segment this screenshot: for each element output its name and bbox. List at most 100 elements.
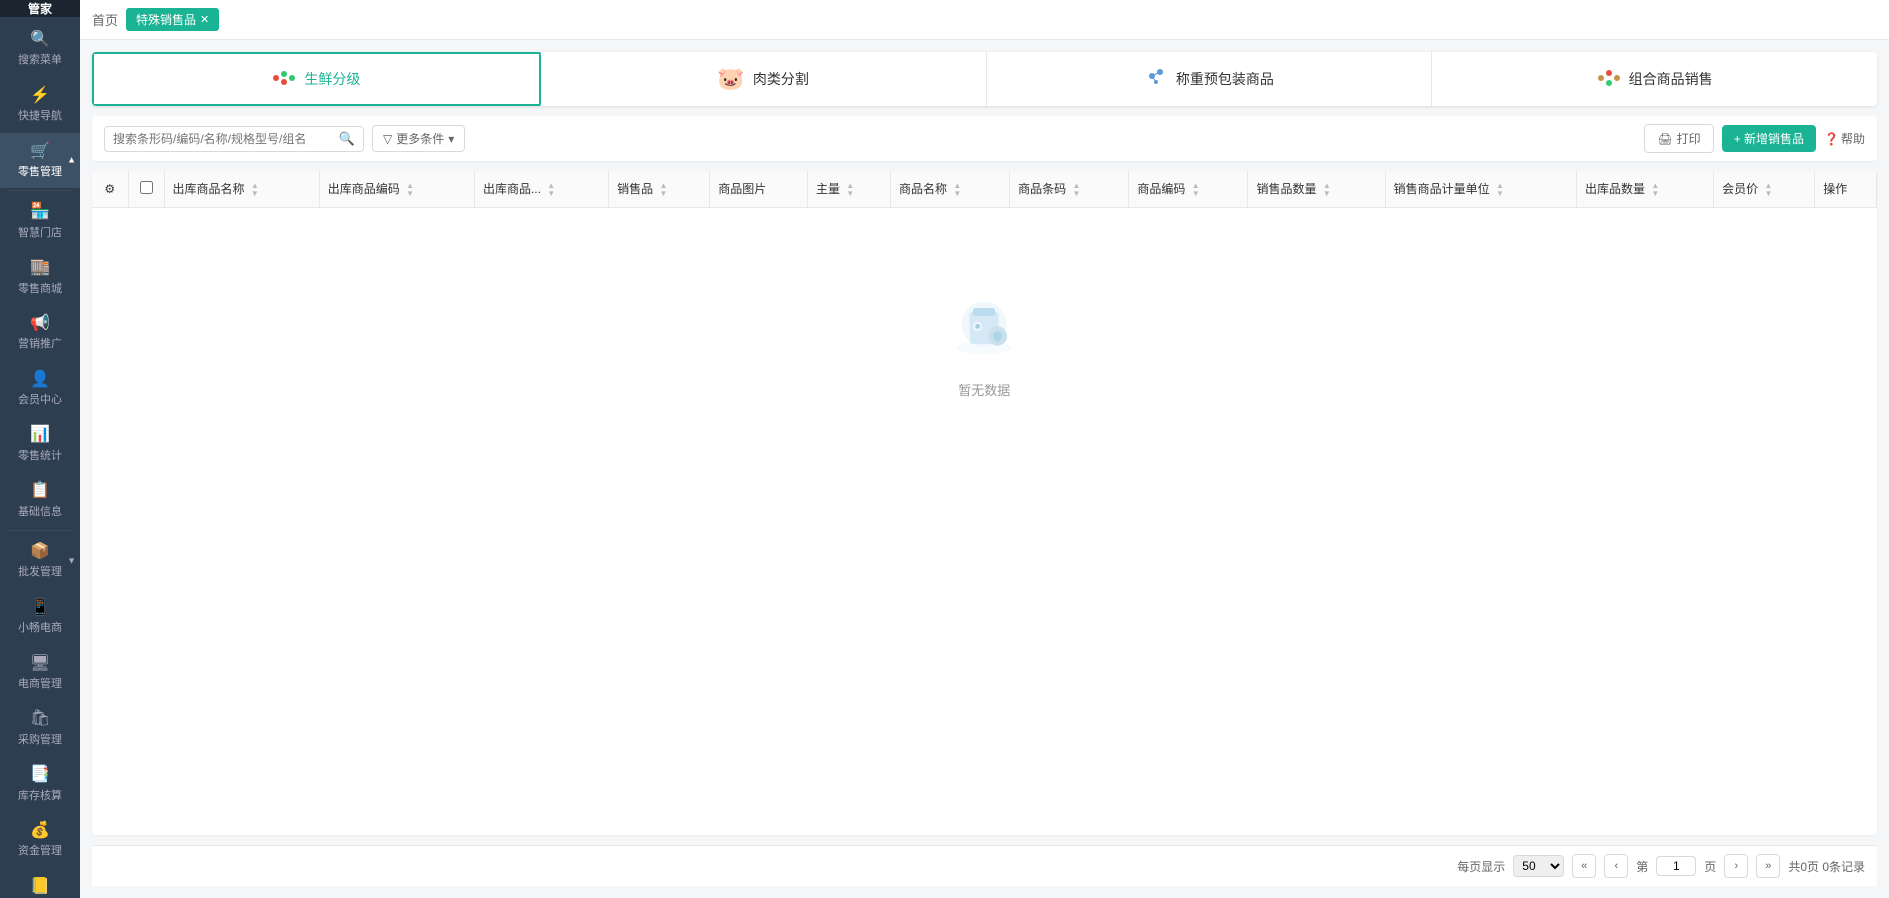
fresh-tab-icon bbox=[272, 69, 296, 90]
sidebar-item-ecommerce[interactable]: 🖥 电商管理 bbox=[0, 645, 80, 701]
pagination: 每页显示 50 10 20 100 « ‹ 第 页 › » 共0页 0条记录 bbox=[92, 845, 1877, 886]
help-icon: ❓ bbox=[1824, 132, 1839, 146]
sort-barcode[interactable]: ▲▼ bbox=[1073, 182, 1081, 198]
empty-text: 暂无数据 bbox=[958, 380, 1010, 399]
breadcrumb-home[interactable]: 首页 bbox=[92, 10, 118, 29]
sort-out-spec[interactable]: ▲▼ bbox=[547, 182, 555, 198]
sidebar-item-quicknav[interactable]: ⚡ 快捷导航 bbox=[0, 77, 80, 133]
sort-item-name[interactable]: ▲▼ bbox=[953, 182, 961, 198]
cat-tab-meat[interactable]: 🐷 肉类分割 bbox=[541, 52, 987, 106]
sort-out-qty[interactable]: ▲▼ bbox=[1651, 182, 1659, 198]
table-wrapper[interactable]: ⚙ 出库商品名称 ▲▼ 出库商品编码 ▲▼ bbox=[92, 171, 1877, 835]
th-member-price[interactable]: 会员价 ▲▼ bbox=[1714, 171, 1815, 207]
active-tab-label: 特殊销售品 bbox=[136, 11, 196, 28]
sort-out-name[interactable]: ▲▼ bbox=[251, 182, 259, 198]
page-label: 第 bbox=[1636, 858, 1648, 875]
first-page-button[interactable]: « bbox=[1572, 854, 1596, 878]
tab-close-icon[interactable]: ✕ bbox=[200, 13, 209, 26]
sort-member-price[interactable]: ▲▼ bbox=[1765, 182, 1773, 198]
sidebar-item-ecommerce-label: 电商管理 bbox=[18, 677, 62, 692]
purchase-icon: 🛍 bbox=[30, 708, 50, 730]
th-out-qty[interactable]: 出库品数量 ▲▼ bbox=[1576, 171, 1713, 207]
sort-out-code[interactable]: ▲▼ bbox=[406, 182, 414, 198]
th-barcode-label: 商品条码 bbox=[1018, 182, 1066, 196]
th-out-name[interactable]: 出库商品名称 ▲▼ bbox=[164, 171, 319, 207]
th-out-spec[interactable]: 出库商品... ▲▼ bbox=[474, 171, 608, 207]
th-checkbox[interactable] bbox=[128, 171, 164, 207]
th-sale-unit[interactable]: 销售商品计量单位 ▲▼ bbox=[1385, 171, 1576, 207]
sidebar-item-smartstore[interactable]: 🏪 智慧门店 bbox=[0, 193, 80, 249]
th-sale-item-label: 销售品 bbox=[617, 182, 653, 196]
th-item-code[interactable]: 商品编码 ▲▼ bbox=[1129, 171, 1248, 207]
setting-icon[interactable]: ⚙ bbox=[104, 182, 115, 196]
sidebar-item-ledger[interactable]: 📒 总账管理 bbox=[0, 868, 80, 898]
sidebar-item-sales[interactable]: 📢 营销推广 bbox=[0, 305, 80, 361]
th-action-label: 操作 bbox=[1823, 182, 1847, 196]
active-tab[interactable]: 特殊销售品 ✕ bbox=[126, 8, 219, 31]
sort-main[interactable]: ▲▼ bbox=[846, 182, 854, 198]
help-button[interactable]: ❓ 帮助 bbox=[1824, 130, 1865, 147]
th-barcode[interactable]: 商品条码 ▲▼ bbox=[1010, 171, 1129, 207]
sidebar-item-inventory[interactable]: 📑 库存核算 bbox=[0, 756, 80, 812]
th-image-label: 商品图片 bbox=[718, 182, 766, 196]
new-label: + 新增销售品 bbox=[1734, 130, 1804, 147]
cat-tab-fresh[interactable]: 生鲜分级 bbox=[92, 52, 541, 106]
help-label: 帮助 bbox=[1841, 130, 1865, 147]
th-sale-qty[interactable]: 销售品数量 ▲▼ bbox=[1248, 171, 1385, 207]
weight-tab-label: 称重预包装商品 bbox=[1176, 69, 1274, 89]
new-button[interactable]: + 新增销售品 bbox=[1722, 125, 1816, 152]
sort-item-code[interactable]: ▲▼ bbox=[1192, 182, 1200, 198]
sidebar-item-retail-label: 零售管理 bbox=[18, 165, 62, 180]
sidebar-item-wholesale-label: 批发管理 bbox=[18, 565, 62, 580]
th-sale-item[interactable]: 销售品 ▲▼ bbox=[609, 171, 710, 207]
sidebar-item-retailstat-label: 零售统计 bbox=[18, 449, 62, 464]
prev-page-button[interactable]: ‹ bbox=[1604, 854, 1628, 878]
sidebar-item-retailstat[interactable]: 📊 零售统计 bbox=[0, 416, 80, 472]
sidebar-item-baseinfo[interactable]: 📋 基础信息 bbox=[0, 472, 80, 528]
th-setting[interactable]: ⚙ bbox=[92, 171, 128, 207]
last-page-button[interactable]: » bbox=[1756, 854, 1780, 878]
sidebar-logo: 管家 bbox=[0, 0, 80, 17]
sidebar-item-search-label: 搜索菜单 bbox=[18, 53, 62, 68]
sidebar-item-wholesale[interactable]: 📦 批发管理 ▼ bbox=[0, 533, 80, 589]
sidebar-item-search[interactable]: 🔍 搜索菜单 bbox=[0, 21, 80, 77]
wholesale-icon: 📦 bbox=[30, 541, 50, 563]
cat-tab-weight[interactable]: 称重预包装商品 bbox=[987, 52, 1433, 106]
sidebar-item-finance[interactable]: 💰 资金管理 bbox=[0, 812, 80, 868]
sort-sale-unit[interactable]: ▲▼ bbox=[1496, 182, 1504, 198]
th-out-code[interactable]: 出库商品编码 ▲▼ bbox=[319, 171, 474, 207]
retailmall-icon: 🏬 bbox=[30, 257, 50, 279]
page-number-input[interactable] bbox=[1656, 856, 1696, 876]
next-page-button[interactable]: › bbox=[1724, 854, 1748, 878]
sort-sale-qty[interactable]: ▲▼ bbox=[1323, 182, 1331, 198]
sidebar-item-miniapp[interactable]: 📱 小畅电商 bbox=[0, 589, 80, 645]
wholesale-expand-icon: ▼ bbox=[67, 555, 76, 568]
cat-tab-combo[interactable]: 组合商品销售 bbox=[1432, 52, 1877, 106]
search-icon[interactable]: 🔍 bbox=[339, 131, 355, 147]
search-box[interactable]: 🔍 bbox=[104, 126, 364, 152]
filter-button[interactable]: ▽ 更多条件 ▾ bbox=[372, 125, 465, 152]
th-main[interactable]: 主量 ▲▼ bbox=[807, 171, 890, 207]
th-item-code-label: 商品编码 bbox=[1137, 182, 1185, 196]
smartstore-icon: 🏪 bbox=[30, 201, 50, 223]
sidebar-item-retailmall[interactable]: 🏬 零售商城 bbox=[0, 249, 80, 305]
combo-tab-icon bbox=[1597, 68, 1621, 91]
divider-2 bbox=[8, 530, 72, 531]
search-input[interactable] bbox=[113, 132, 335, 146]
table-body: 暂无数据 bbox=[92, 207, 1877, 479]
sort-sale-item[interactable]: ▲▼ bbox=[659, 182, 667, 198]
page-size-select[interactable]: 50 10 20 100 bbox=[1513, 855, 1564, 877]
th-member-price-label: 会员价 bbox=[1722, 182, 1758, 196]
sidebar-item-purchase-label: 采购管理 bbox=[18, 733, 62, 748]
th-item-name[interactable]: 商品名称 ▲▼ bbox=[891, 171, 1010, 207]
page-label-end: 页 bbox=[1704, 858, 1716, 875]
select-all-checkbox[interactable] bbox=[140, 181, 153, 194]
print-icon: 🖨 bbox=[1657, 132, 1672, 146]
th-item-name-label: 商品名称 bbox=[899, 182, 947, 196]
first-page-icon: « bbox=[1581, 860, 1587, 872]
filter-icon: ▽ bbox=[383, 132, 392, 146]
sidebar-item-purchase[interactable]: 🛍 采购管理 bbox=[0, 700, 80, 756]
sidebar-item-member[interactable]: 👤 会员中心 bbox=[0, 361, 80, 417]
sidebar-item-retail[interactable]: 🛒 零售管理 ▲ bbox=[0, 133, 80, 189]
print-button[interactable]: 🖨 打印 bbox=[1644, 124, 1713, 153]
